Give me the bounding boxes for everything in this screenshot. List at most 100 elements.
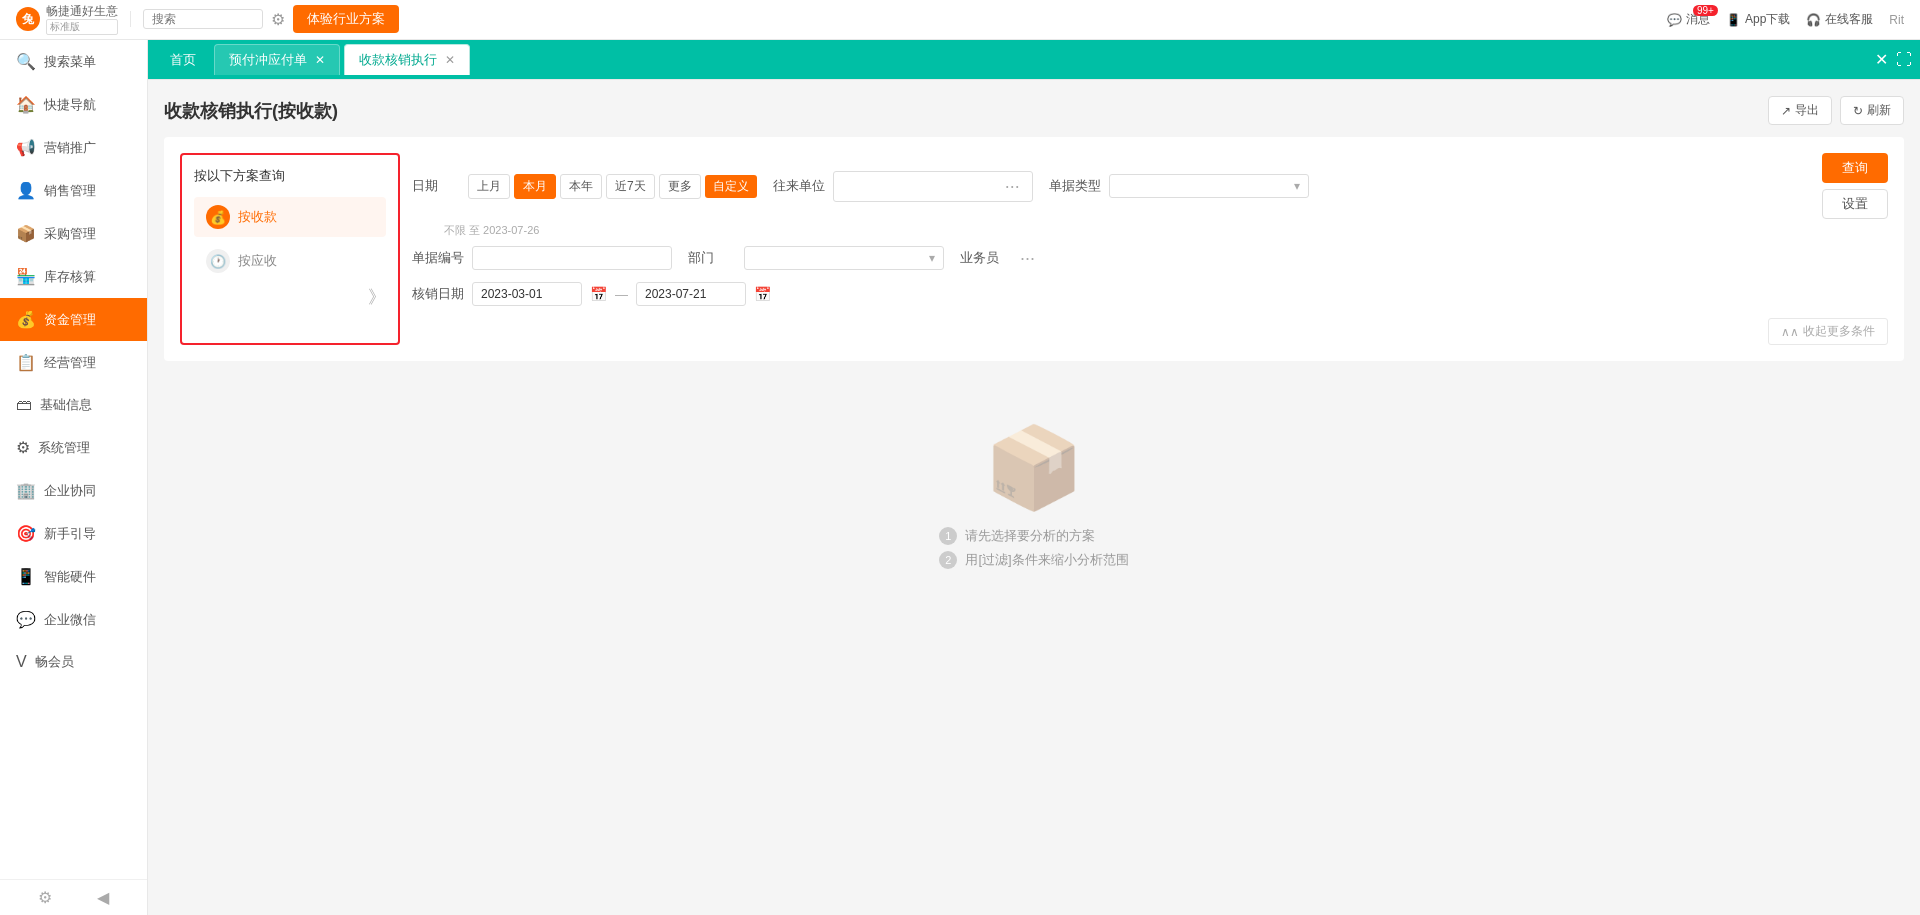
brand: 兔 畅捷通好生意 标准版	[16, 4, 118, 34]
sidebar-item-guide[interactable]: 🎯 新手引导	[0, 512, 147, 555]
export-button[interactable]: ↗ 导出	[1768, 96, 1832, 125]
collapse-sidebar-icon[interactable]: ◀	[97, 888, 109, 907]
filter-sidebar-collapse[interactable]: 》	[368, 287, 386, 307]
sidebar-item-purchase[interactable]: 📦 采购管理	[0, 212, 147, 255]
sidebar-item-finance[interactable]: 💰 资金管理	[0, 298, 147, 341]
online-service-label: 在线客服	[1825, 11, 1873, 28]
purchase-icon: 📦	[16, 224, 36, 243]
collapse-more-button[interactable]: ∧∧ 收起更多条件	[1768, 318, 1888, 345]
gear-icon[interactable]: ⚙	[271, 10, 285, 29]
enterprise-icon: 🏢	[16, 481, 36, 500]
refresh-icon: ↻	[1853, 104, 1863, 118]
sidebar-item-sales[interactable]: 👤 销售管理	[0, 169, 147, 212]
filter-option-receipts[interactable]: 💰 按收款	[194, 197, 386, 237]
inventory-icon: 🏪	[16, 267, 36, 286]
sidebar-item-label: 经营管理	[44, 354, 96, 372]
filter-form: 日期 上月 本月 本年 近7天 更多 自定义 往来单位	[412, 153, 1888, 345]
brand-logo: 兔	[16, 7, 40, 31]
tab-close-all-icon[interactable]: ✕	[1875, 50, 1888, 69]
messages-btn[interactable]: 💬 消息 99+	[1667, 11, 1710, 28]
tab-prepay[interactable]: 预付冲应付单 ✕	[214, 44, 340, 75]
tab-expand-icon[interactable]: ⛶	[1896, 51, 1912, 69]
tab-receipts[interactable]: 收款核销执行 ✕	[344, 44, 470, 75]
sidebar-item-wechat[interactable]: 💬 企业微信	[0, 598, 147, 641]
sidebar-item-enterprise[interactable]: 🏢 企业协同	[0, 469, 147, 512]
page-header: 收款核销执行(按收款) ↗ 导出 ↻ 刷新	[164, 96, 1904, 125]
sidebar-item-inventory[interactable]: 🏪 库存核算	[0, 255, 147, 298]
dept-chevron-icon: ▾	[929, 251, 935, 265]
refresh-label: 刷新	[1867, 102, 1891, 119]
app-download-btn[interactable]: 📱 App下载	[1726, 11, 1790, 28]
doctype-select[interactable]: ▾	[1109, 174, 1309, 198]
user-name[interactable]: Rit	[1889, 13, 1904, 27]
query-button[interactable]: 查询	[1822, 153, 1888, 183]
sidebar-item-label: 企业微信	[44, 611, 96, 629]
sidebar-item-label: 快捷导航	[44, 96, 96, 114]
tab-receipts-close[interactable]: ✕	[445, 53, 455, 67]
filter-row-3: 核销日期 📅 — 📅	[412, 282, 1888, 306]
date-range-separator: —	[615, 287, 628, 302]
sidebar-bottom: ⚙ ◀	[0, 879, 147, 915]
brand-badge: 标准版	[46, 19, 118, 35]
search-menu-icon: 🔍	[16, 52, 36, 71]
date-last-month[interactable]: 上月	[468, 174, 510, 199]
vip-icon: V	[16, 653, 27, 671]
verify-date-start-input[interactable]	[472, 282, 582, 306]
search-input[interactable]	[143, 9, 263, 29]
verify-date-end-calendar-icon[interactable]: 📅	[754, 286, 771, 302]
sidebar-item-system[interactable]: ⚙ 系统管理	[0, 426, 147, 469]
date-this-month[interactable]: 本月	[514, 174, 556, 199]
date-more[interactable]: 更多	[659, 174, 701, 199]
wechat-icon: 💬	[16, 610, 36, 629]
sidebar-item-operation[interactable]: 📋 经营管理	[0, 341, 147, 384]
basic-info-icon: 🗃	[16, 396, 32, 414]
tab-prepay-close[interactable]: ✕	[315, 53, 325, 67]
docno-input[interactable]	[472, 246, 672, 270]
empty-state: 📦 1 请先选择要分析的方案 2 用[过滤]条件来缩小分析范围	[164, 361, 1904, 629]
settings-icon[interactable]: ⚙	[38, 888, 52, 907]
setting-button[interactable]: 设置	[1822, 189, 1888, 219]
message-icon: 💬	[1667, 13, 1682, 27]
partner-dots-icon[interactable]: ···	[1001, 176, 1024, 197]
sidebar-item-label: 畅会员	[35, 653, 74, 671]
tab-bar: 首页 预付冲应付单 ✕ 收款核销执行 ✕ ✕ ⛶	[148, 40, 1920, 80]
topbar-left: 兔 畅捷通好生意 标准版 ⚙ 体验行业方案	[16, 4, 399, 34]
page-content: 收款核销执行(按收款) ↗ 导出 ↻ 刷新 按以下方案查询	[148, 80, 1920, 915]
system-icon: ⚙	[16, 438, 30, 457]
partner-select[interactable]: ···	[833, 171, 1033, 202]
sidebar-item-quick-nav[interactable]: 🏠 快捷导航	[0, 83, 147, 126]
partner-field: 往来单位 ···	[773, 171, 1033, 202]
dept-select[interactable]: ▾	[744, 246, 944, 270]
receipts-option-label: 按收款	[238, 208, 277, 226]
sidebar-item-basic-info[interactable]: 🗃 基础信息	[0, 384, 147, 426]
salesperson-label: 业务员	[960, 249, 1008, 267]
empty-hint-2: 2 用[过滤]条件来缩小分析范围	[939, 551, 1128, 569]
chevron-down-icon: ▾	[1294, 179, 1300, 193]
verify-date-start-calendar-icon[interactable]: 📅	[590, 286, 607, 302]
receivable-option-label: 按应收	[238, 252, 277, 270]
filter-row-2: 单据编号 部门 ▾ 业务员 ···	[412, 246, 1888, 270]
solution-button[interactable]: 体验行业方案	[293, 5, 399, 33]
hint-num-2: 2	[939, 551, 957, 569]
date-custom-badge[interactable]: 自定义	[705, 175, 757, 198]
docno-label: 单据编号	[412, 249, 464, 267]
verify-date-end-input[interactable]	[636, 282, 746, 306]
date-field: 日期 上月 本月 本年 近7天 更多 自定义	[412, 174, 757, 199]
refresh-button[interactable]: ↻ 刷新	[1840, 96, 1904, 125]
sidebar-item-search-menu[interactable]: 🔍 搜索菜单	[0, 40, 147, 83]
empty-hint-1-text: 请先选择要分析的方案	[965, 527, 1095, 545]
receipts-option-icon: 💰	[206, 205, 230, 229]
filter-option-receivable[interactable]: 🕐 按应收	[194, 241, 386, 281]
online-service-btn[interactable]: 🎧 在线客服	[1806, 11, 1873, 28]
main-layout: 🔍 搜索菜单 🏠 快捷导航 📢 营销推广 👤 销售管理 📦 采购管理 🏪 库存核…	[0, 40, 1920, 915]
salesperson-dots-icon[interactable]: ···	[1016, 248, 1039, 269]
sidebar-item-smart-hw[interactable]: 📱 智能硬件	[0, 555, 147, 598]
date-this-year[interactable]: 本年	[560, 174, 602, 199]
sidebar-item-label: 基础信息	[40, 396, 92, 414]
sidebar-item-marketing[interactable]: 📢 营销推广	[0, 126, 147, 169]
tab-prepay-label: 预付冲应付单	[229, 51, 307, 69]
brand-name: 畅捷通好生意	[46, 4, 118, 18]
sidebar-item-vip[interactable]: V 畅会员	[0, 641, 147, 683]
tab-home[interactable]: 首页	[156, 45, 210, 75]
date-7days[interactable]: 近7天	[606, 174, 655, 199]
